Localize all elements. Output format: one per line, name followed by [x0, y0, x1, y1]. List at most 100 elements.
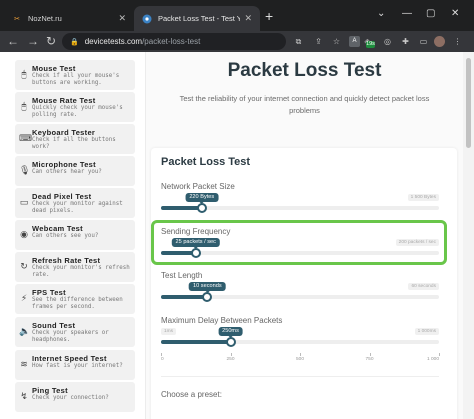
- sidebar-item-title: Sound Test: [32, 321, 76, 330]
- extension-box-icon[interactable]: A: [349, 36, 360, 47]
- page-intro: Test the reliability of your internet co…: [179, 94, 430, 115]
- url-host: devicetests.com: [84, 37, 143, 46]
- bookmark-star-icon[interactable]: ☆: [331, 36, 342, 47]
- scale-tick-label: 250: [226, 357, 235, 362]
- sidebar-item-desc: Check your connection?: [32, 395, 109, 401]
- minimize-button[interactable]: —: [402, 8, 412, 19]
- page-scrollbar[interactable]: [463, 52, 474, 419]
- test-length-slider-handle[interactable]: [202, 292, 213, 302]
- max-delay-min-label: 1ms: [161, 328, 177, 335]
- scale-tick-label: 750: [365, 357, 374, 362]
- tab-noznet[interactable]: ✂ NozNet.ru ✕: [4, 6, 134, 31]
- sidebar-item-title: Refresh Rate Test: [32, 256, 101, 265]
- sidebar-item-title: Mouse Test: [32, 64, 76, 73]
- new-tab-button[interactable]: +: [265, 9, 273, 23]
- sidebar-item-desc: Check your monitor's refresh rate.: [32, 265, 130, 278]
- sidebar-item-desc: Can others see you?: [32, 233, 99, 239]
- max-delay-value-bubble: 250ms: [218, 327, 243, 338]
- forward-button[interactable]: →: [27, 34, 39, 48]
- page-viewport: 🖰 Mouse Test Check if all your mouse's b…: [0, 52, 474, 419]
- refresh-icon: ↻: [20, 261, 28, 271]
- scrollbar-thumb[interactable]: [466, 58, 471, 148]
- sidebar-item-title: Mouse Rate Test: [32, 96, 96, 105]
- sidebar-item-desc: See the difference between frames per se…: [32, 297, 123, 310]
- extension-icon[interactable]: ◎: [382, 36, 393, 47]
- section-divider: [161, 376, 439, 377]
- tab-title: NozNet.ru: [28, 14, 62, 23]
- lock-icon: 🔒: [70, 38, 79, 46]
- max-delay-slider-fill: [161, 340, 231, 344]
- browser-tab-bar: ✂ NozNet.ru ✕ Packet Loss Test - Test Yo…: [0, 0, 474, 31]
- max-delay-max-label: 1 000ms: [414, 328, 439, 335]
- devicetests-favicon-icon: [142, 14, 152, 24]
- sidebar-item-title: Keyboard Tester: [32, 128, 96, 137]
- sidebar: 🖰 Mouse Test Check if all your mouse's b…: [0, 52, 146, 419]
- profile-avatar[interactable]: [434, 36, 445, 47]
- sidebar-item-title: Webcam Test: [32, 224, 83, 233]
- packet-size-max-label: 1 500 Bytes: [407, 194, 439, 201]
- max-delay-label: Maximum Delay Between Packets: [161, 316, 283, 325]
- sidebar-item-refresh-rate-test[interactable]: ↻ Refresh Rate Test Check your monitor's…: [15, 252, 135, 282]
- sidebar-item-title: Dead Pixel Test: [32, 192, 92, 201]
- tab-title: Packet Loss Test - Test Your Conn: [158, 14, 241, 23]
- tab-close-icon[interactable]: ✕: [118, 13, 126, 24]
- close-window-button[interactable]: ✕: [451, 8, 459, 19]
- camera-icon: ◉: [20, 229, 28, 239]
- max-delay-scale: 0 250 500 750 1 000: [161, 353, 440, 365]
- url-path: /packet-loss-test: [142, 37, 201, 46]
- sidebar-item-mouse-test[interactable]: 🖰 Mouse Test Check if all your mouse's b…: [15, 60, 135, 90]
- share-icon[interactable]: ⇪: [313, 36, 324, 47]
- packet-size-control: Network Packet Size 220 Bytes 1 500 Byte…: [161, 182, 439, 213]
- packet-size-value-bubble: 220 Bytes: [185, 193, 219, 204]
- menu-kebab-icon[interactable]: ⋮: [452, 36, 463, 47]
- scale-tick: [300, 353, 301, 356]
- fps-icon: ⚡: [20, 293, 28, 303]
- sidebar-item-ping-test[interactable]: ↯ Ping Test Check your connection?: [15, 382, 135, 412]
- sidebar-item-desc: How fast is your internet?: [32, 363, 123, 369]
- address-bar[interactable]: 🔒 devicetests.com/packet-loss-test: [62, 33, 286, 50]
- sidebar-item-mouse-rate-test[interactable]: 🖰 Mouse Rate Test Quickly check your mou…: [15, 92, 135, 122]
- monitor-icon: ▭: [19, 197, 29, 207]
- packet-size-slider-fill: [161, 206, 202, 210]
- reload-button[interactable]: ↻: [46, 34, 56, 48]
- test-length-value-bubble: 10 seconds: [189, 282, 226, 293]
- card-title: Packet Loss Test: [161, 156, 251, 168]
- tab-packet-loss-test[interactable]: Packet Loss Test - Test Your Conn ✕: [134, 6, 260, 31]
- sidebar-item-desc: Can others hear you?: [32, 169, 102, 175]
- scale-tick: [439, 353, 440, 356]
- sidebar-item-webcam-test[interactable]: ◉ Webcam Test Can others see you?: [15, 220, 135, 250]
- sidebar-panel-icon[interactable]: ▭: [418, 36, 429, 47]
- sidebar-item-desc: Quickly check your mouse's polling rate.: [32, 105, 123, 118]
- test-length-label: Test Length: [161, 271, 203, 280]
- back-button[interactable]: ←: [7, 34, 19, 48]
- wifi-icon: ≋: [20, 359, 28, 369]
- ping-icon: ↯: [20, 391, 28, 401]
- sidebar-item-title: Ping Test: [32, 386, 68, 395]
- sending-frequency-highlight: [151, 220, 447, 265]
- max-delay-slider[interactable]: [161, 340, 439, 344]
- max-delay-slider-handle[interactable]: [225, 337, 236, 347]
- extension-badge[interactable]: 19s: [366, 41, 375, 48]
- packet-size-slider-handle[interactable]: [196, 203, 207, 213]
- keyboard-icon: ⌨: [19, 133, 32, 143]
- test-length-control: Test Length 10 seconds 60 seconds: [161, 271, 439, 302]
- sidebar-item-sound-test[interactable]: 🔈 Sound Test Check your speakers or head…: [15, 317, 135, 347]
- microphone-icon: 🎙: [19, 165, 31, 175]
- tab-search-icon[interactable]: ⌄: [377, 8, 385, 19]
- sidebar-item-internet-speed-test[interactable]: ≋ Internet Speed Test How fast is your i…: [15, 350, 135, 380]
- sidebar-item-keyboard-tester[interactable]: ⌨ Keyboard Tester Check if all the butto…: [15, 124, 135, 154]
- test-length-slider-fill: [161, 295, 208, 299]
- sidebar-item-title: Microphone Test: [32, 160, 96, 169]
- page-title: Packet Loss Test: [227, 60, 382, 81]
- sidebar-item-microphone-test[interactable]: 🎙 Microphone Test Can others hear you?: [15, 156, 135, 186]
- extensions-puzzle-icon[interactable]: ✚: [400, 36, 411, 47]
- browser-toolbar: ← → ↻ 🔒 devicetests.com/packet-loss-test…: [0, 31, 474, 52]
- tab-close-icon[interactable]: ✕: [244, 13, 252, 24]
- mouse-icon: 🖰: [21, 69, 27, 79]
- maximize-button[interactable]: ▢: [426, 8, 435, 19]
- max-delay-control: Maximum Delay Between Packets 1ms 250ms …: [161, 316, 439, 347]
- translate-icon[interactable]: ⧉: [293, 36, 304, 47]
- preset-label: Choose a preset:: [161, 390, 222, 399]
- sidebar-item-fps-test[interactable]: ⚡ FPS Test See the difference between fr…: [15, 284, 135, 314]
- sidebar-item-dead-pixel-test[interactable]: ▭ Dead Pixel Test Check your monitor aga…: [15, 188, 135, 218]
